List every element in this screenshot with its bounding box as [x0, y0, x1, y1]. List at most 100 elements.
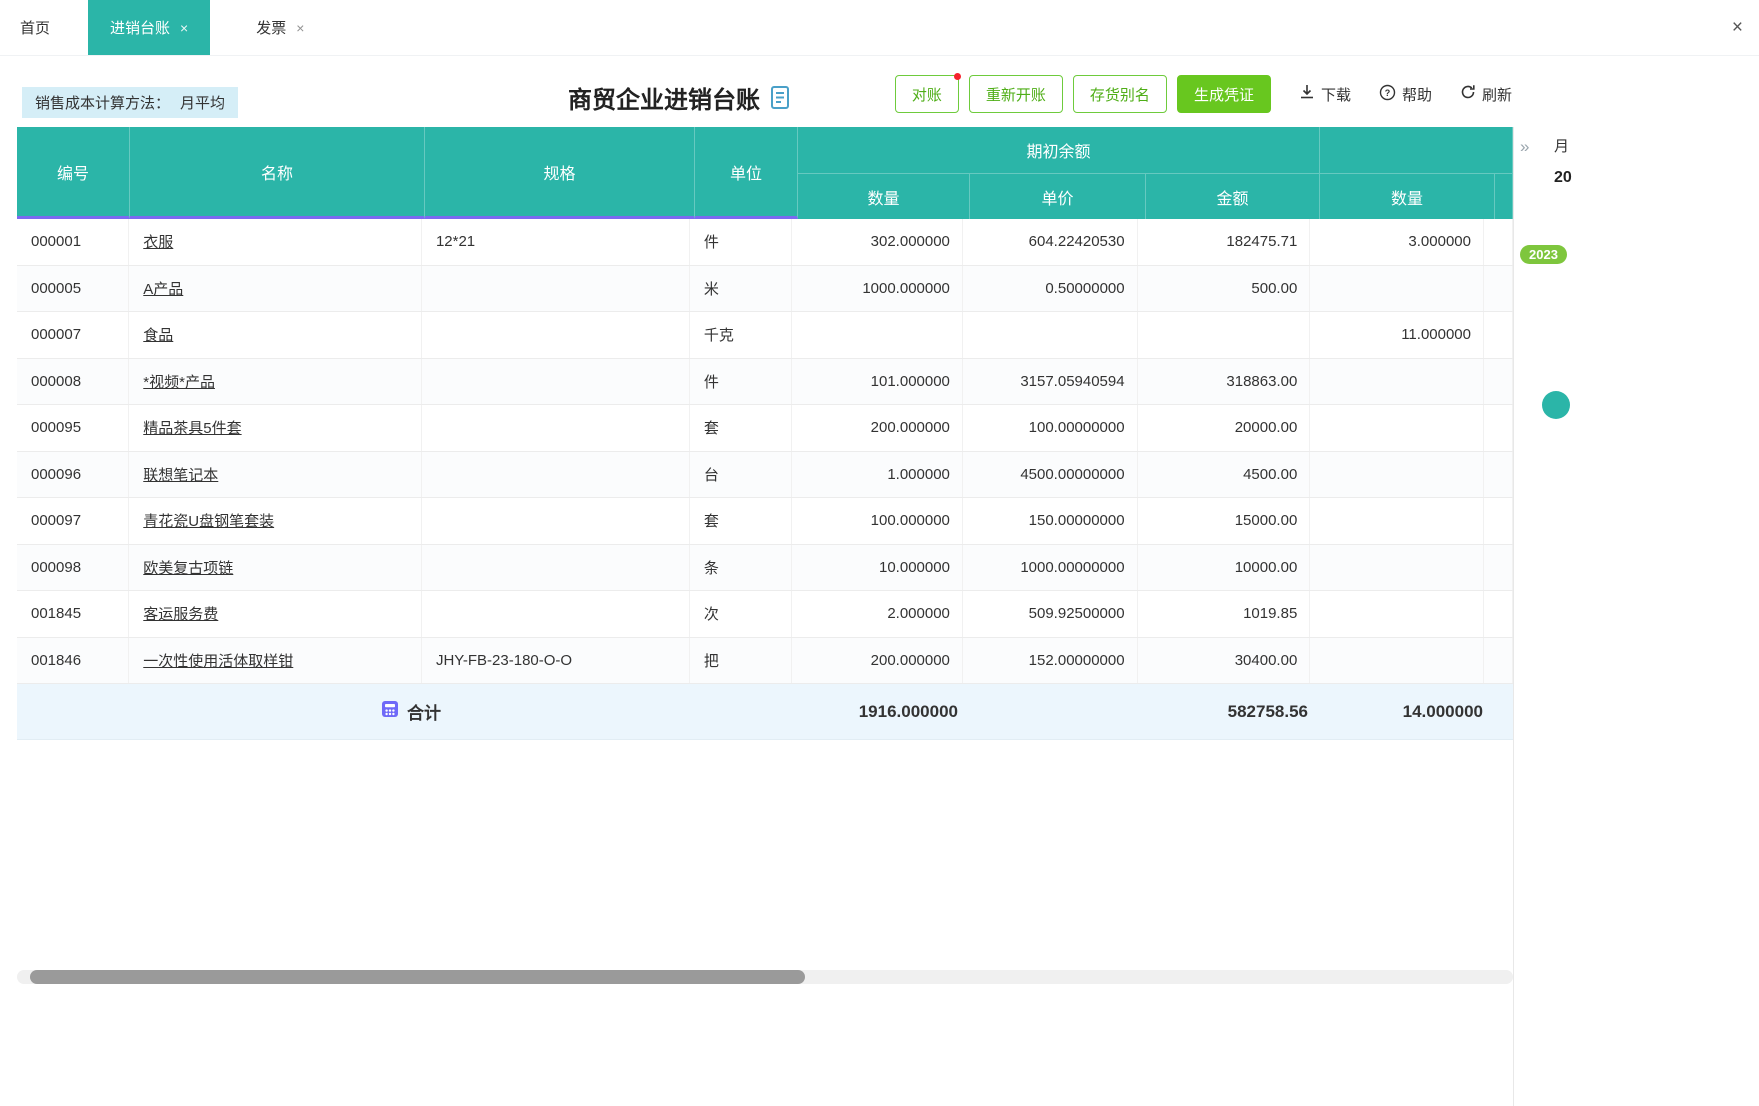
cell-unit: 米	[690, 265, 793, 311]
cell-opening-amount: 4500.00	[1138, 451, 1311, 497]
cell-name: 衣服	[129, 219, 422, 265]
cell-unit: 件	[690, 219, 793, 265]
cell-opening-qty: 10.000000	[792, 544, 963, 590]
reconcile-button-label: 对账	[911, 86, 942, 104]
total-opening-amount: 582758.56	[1227, 701, 1308, 721]
generate-voucher-button-label: 生成凭证	[1193, 86, 1254, 104]
cell-clipped	[1484, 265, 1513, 311]
generate-voucher-button[interactable]: 生成凭证	[1176, 75, 1271, 113]
cell-opening-amount: 500.00	[1138, 265, 1311, 311]
cell-clipped	[1484, 405, 1513, 451]
cell-opening-price: 152.00000000	[963, 637, 1138, 683]
table-body: 000001 衣服 12*21 件 302.000000 604.2242053…	[17, 219, 1513, 684]
tab-ledger-close-icon[interactable]: ×	[180, 20, 188, 36]
floating-action-button[interactable]	[1542, 391, 1570, 419]
year-badge[interactable]: 2023	[1520, 245, 1567, 264]
col-header-spec: 规格	[425, 127, 695, 219]
cell-name: 客运服务费	[129, 591, 422, 637]
help-button-label: 帮助	[1401, 86, 1432, 104]
item-name-link[interactable]: 青花瓷U盘钢笔套装	[143, 510, 274, 531]
cell-clipped	[1484, 498, 1513, 544]
cell-opening-price	[963, 312, 1138, 358]
item-name-link[interactable]: A产品	[143, 278, 183, 299]
cell-opening-amount: 10000.00	[1138, 544, 1311, 590]
table-row: 000098 欧美复古项链 条 10.000000 1000.00000000 …	[17, 544, 1513, 591]
cell-name: A产品	[129, 265, 422, 311]
cost-method-box: 销售成本计算方法： 月平均	[22, 87, 239, 118]
horizontal-scrollbar-thumb[interactable]	[30, 970, 805, 984]
document-list-icon[interactable]	[769, 85, 791, 110]
cell-id: 000096	[17, 451, 130, 497]
reopen-books-button-label: 重新开账	[985, 86, 1046, 104]
right-side-panel: » 月 20 2023	[1513, 127, 1759, 1106]
cell-period-qty	[1310, 265, 1484, 311]
cost-method-label: 销售成本计算方法：	[35, 95, 171, 112]
item-name-link[interactable]: 食品	[143, 324, 173, 345]
refresh-button-label: 刷新	[1481, 86, 1512, 104]
cell-opening-amount: 182475.71	[1138, 219, 1311, 265]
cell-name: 精品茶具5件套	[129, 405, 422, 451]
cost-method-value: 月平均	[180, 95, 226, 112]
cell-clipped	[1484, 358, 1513, 404]
notification-dot	[953, 73, 961, 80]
col-header-clipped	[1495, 173, 1513, 219]
cell-period-qty: 11.000000	[1310, 312, 1484, 358]
cell-period-qty	[1310, 637, 1484, 683]
cell-name: 食品	[129, 312, 422, 358]
reopen-books-button[interactable]: 重新开账	[968, 75, 1063, 113]
calculator-icon	[381, 700, 399, 723]
total-clipped	[1495, 684, 1513, 739]
cell-name: 青花瓷U盘钢笔套装	[129, 498, 422, 544]
cell-opening-price: 1000.00000000	[963, 544, 1138, 590]
total-period-qty: 14.000000	[1402, 701, 1483, 721]
item-name-link[interactable]: 欧美复古项链	[143, 557, 233, 578]
cell-period-qty	[1310, 451, 1484, 497]
cell-period-qty	[1310, 405, 1484, 451]
tab-invoice[interactable]: 发票 ×	[234, 0, 326, 55]
refresh-button[interactable]: 刷新	[1460, 84, 1512, 105]
cell-period-qty	[1310, 498, 1484, 544]
cell-unit: 千克	[690, 312, 793, 358]
reconcile-button[interactable]: 对账	[894, 73, 961, 113]
cell-spec	[422, 358, 690, 404]
cell-id: 000097	[17, 498, 130, 544]
cell-clipped	[1484, 591, 1513, 637]
cell-unit: 套	[690, 405, 793, 451]
download-icon	[1299, 84, 1315, 104]
total-unit-cell	[695, 684, 798, 739]
cell-opening-price: 3157.05940594	[963, 358, 1138, 404]
cell-opening-qty: 100.000000	[792, 498, 963, 544]
item-name-link[interactable]: *视频*产品	[143, 371, 215, 392]
cell-name: *视频*产品	[129, 358, 422, 404]
download-button[interactable]: 下载	[1299, 84, 1351, 105]
svg-text:?: ?	[1385, 88, 1391, 98]
tab-home[interactable]: 首页	[0, 0, 70, 55]
item-name-link[interactable]: 客运服务费	[143, 603, 218, 624]
table-row: 000001 衣服 12*21 件 302.000000 604.2242053…	[17, 219, 1513, 266]
item-name-link[interactable]: 精品茶具5件套	[143, 417, 241, 438]
col-header-qty2: 数量	[1320, 173, 1495, 219]
cell-id: 000098	[17, 544, 130, 590]
item-name-link[interactable]: 衣服	[143, 231, 173, 252]
help-icon: ?	[1379, 84, 1396, 105]
cell-opening-price: 604.22420530	[963, 219, 1138, 265]
tab-ledger[interactable]: 进销台账 ×	[88, 0, 211, 55]
cell-opening-amount: 30400.00	[1138, 637, 1311, 683]
cell-opening-amount: 1019.85	[1138, 591, 1311, 637]
item-name-link[interactable]: 一次性使用活体取样钳	[143, 650, 293, 671]
inventory-alias-button[interactable]: 存货别名	[1072, 75, 1167, 113]
page-title: 商贸企业进销台账	[568, 80, 791, 115]
app-window: 首页 进销台账 × 发票 × × 销售成本计算方法： 月平均 商贸企业进销台账 …	[0, 0, 1759, 1106]
cell-clipped	[1484, 451, 1513, 497]
help-button[interactable]: ? 帮助	[1379, 84, 1432, 105]
panel-month-fragment: 月	[1554, 138, 1570, 155]
close-all-tabs-icon[interactable]: ×	[1732, 0, 1743, 56]
panel-expand-chevron-icon[interactable]: »	[1520, 137, 1529, 157]
tab-invoice-close-icon[interactable]: ×	[296, 20, 304, 36]
item-name-link[interactable]: 联想笔记本	[143, 464, 218, 485]
cell-clipped	[1484, 637, 1513, 683]
cell-name: 联想笔记本	[129, 451, 422, 497]
cell-spec	[422, 498, 690, 544]
cell-spec: JHY-FB-23-180-O-O	[422, 637, 690, 683]
cell-opening-qty: 200.000000	[792, 637, 963, 683]
